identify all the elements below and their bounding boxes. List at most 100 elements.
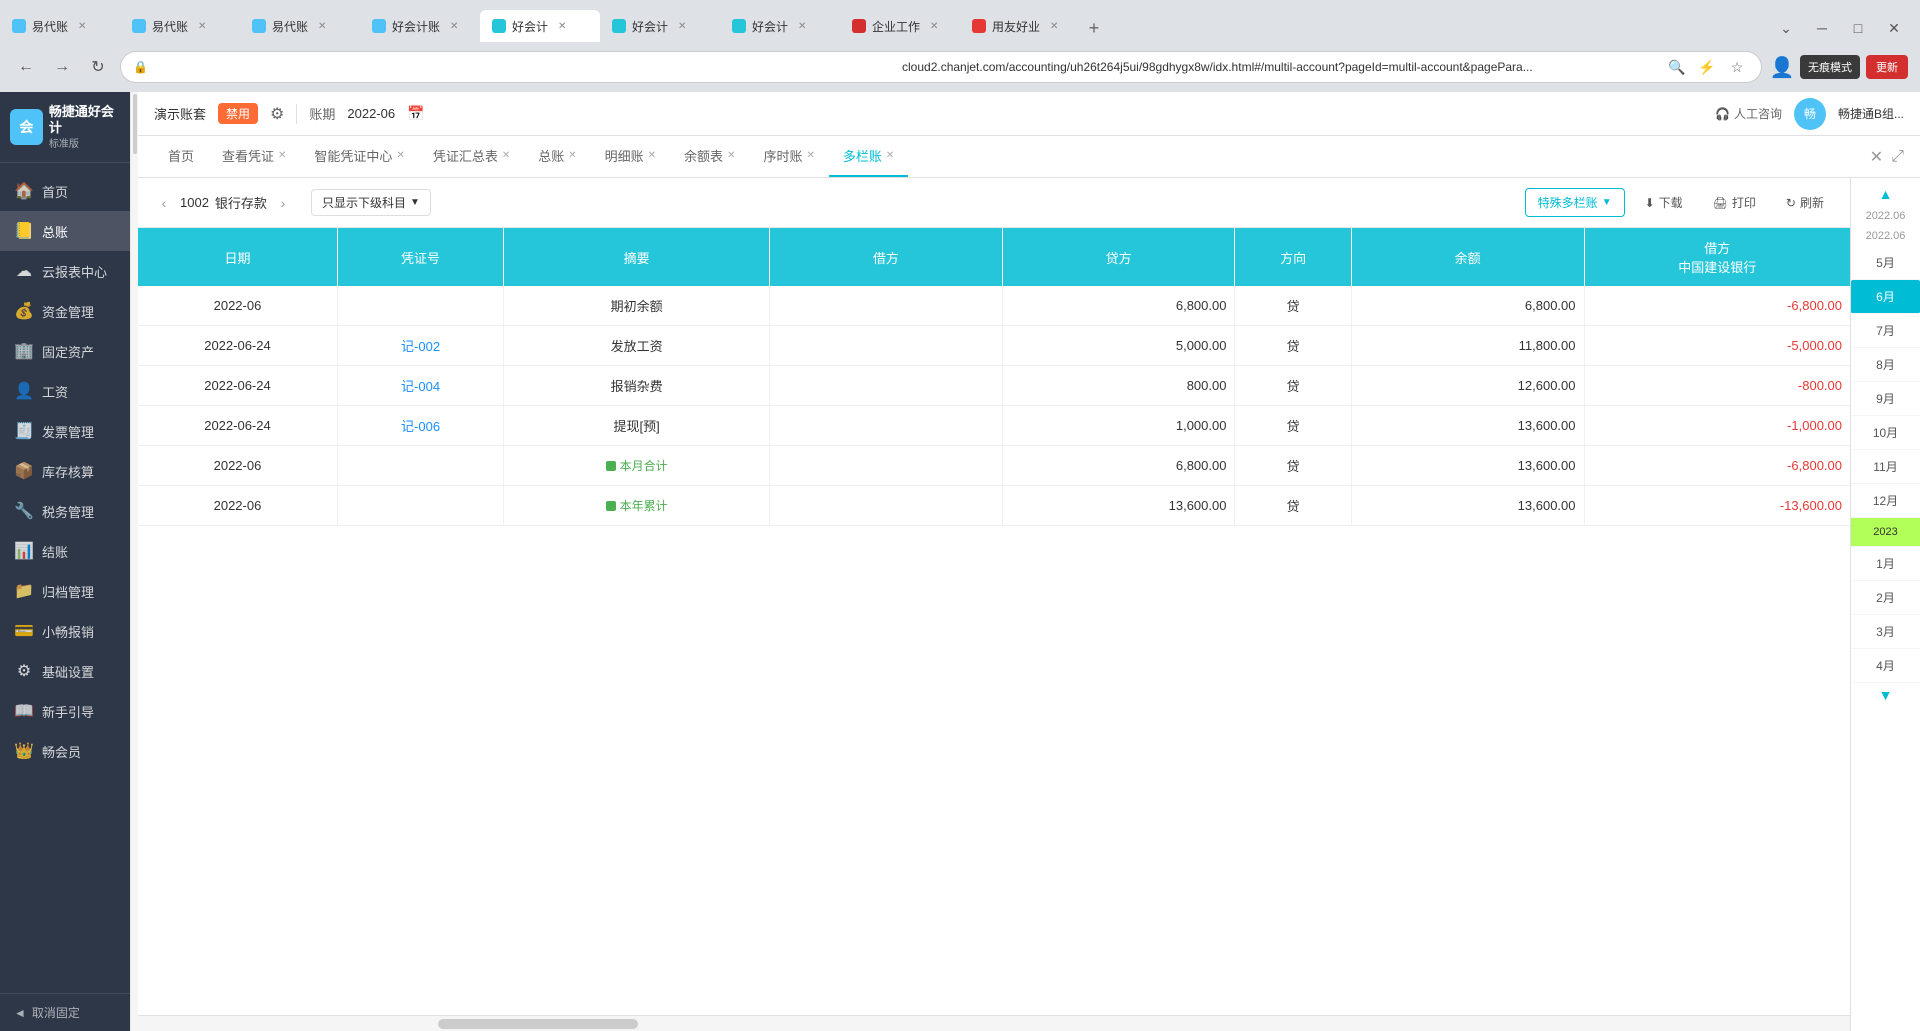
refresh-button[interactable]: ↻ 刷新: [1776, 189, 1834, 216]
sidebar-item-home[interactable]: 🏠 首页: [0, 171, 130, 211]
tab-list-button[interactable]: ⌄: [1772, 14, 1800, 42]
browser-tab-2[interactable]: 易代账 ✕: [120, 10, 240, 42]
tab-close-5[interactable]: ✕: [558, 21, 566, 32]
month-item-3-2023[interactable]: 3月: [1851, 615, 1920, 649]
user-avatar[interactable]: 畅: [1794, 98, 1826, 130]
sidebar-item-settings[interactable]: ⚙ 基础设置: [0, 651, 130, 691]
tab-smart-voucher[interactable]: 智能凭证中心 ✕: [300, 136, 418, 177]
tab-detail-ledger[interactable]: 明细账 ✕: [591, 136, 670, 177]
next-subject-button[interactable]: ›: [273, 193, 293, 213]
tab-close-4[interactable]: ✕: [450, 21, 458, 32]
sidebar-item-ledger[interactable]: 📒 总账: [0, 211, 130, 251]
month-item-6[interactable]: 6月: [1851, 280, 1920, 314]
tab-view-voucher[interactable]: 查看凭证 ✕: [208, 136, 300, 177]
window-close-button[interactable]: ✕: [1880, 14, 1908, 42]
tab-smart-voucher-close[interactable]: ✕: [396, 150, 404, 161]
filter-dropdown[interactable]: 只显示下级科目 ▼: [311, 189, 431, 216]
tab-journal-close[interactable]: ✕: [806, 150, 814, 161]
sidebar-item-cloud-report[interactable]: ☁ 云报表中心: [0, 251, 130, 291]
tab-close-3[interactable]: ✕: [318, 21, 326, 32]
month-item-10[interactable]: 10月: [1851, 416, 1920, 450]
month-item-9[interactable]: 9月: [1851, 382, 1920, 416]
browser-tab-4[interactable]: 好会计账 ✕: [360, 10, 480, 42]
browser-tab-8[interactable]: 企业工作 ✕: [840, 10, 960, 42]
sidebar-item-invoice[interactable]: 🧾 发票管理: [0, 411, 130, 451]
sidebar-item-archive[interactable]: 📁 归档管理: [0, 571, 130, 611]
download-button[interactable]: ⬇ 下载: [1635, 189, 1693, 216]
tab-close-6[interactable]: ✕: [678, 21, 686, 32]
browser-tab-6[interactable]: 好会计 ✕: [600, 10, 720, 42]
month-item-4-2023[interactable]: 4月: [1851, 649, 1920, 683]
update-button[interactable]: 更新: [1866, 55, 1908, 79]
browser-tab-5[interactable]: 好会计 ✕: [480, 10, 600, 42]
special-multi-button[interactable]: 特殊多栏账 ▼: [1525, 188, 1625, 217]
month-item-8[interactable]: 8月: [1851, 348, 1920, 382]
month-item-1-2023[interactable]: 1月: [1851, 547, 1920, 581]
browser-tab-7[interactable]: 好会计 ✕: [720, 10, 840, 42]
browser-tab-1[interactable]: 易代账 ✕: [0, 10, 120, 42]
sidebar-item-tax[interactable]: 🔧 税务管理: [0, 491, 130, 531]
browser-tab-9[interactable]: 用友好业 ✕: [960, 10, 1080, 42]
month-item-11[interactable]: 11月: [1851, 450, 1920, 484]
settings-gear-icon[interactable]: ⚙: [270, 104, 284, 124]
tab-close-8[interactable]: ✕: [930, 21, 938, 32]
month-item-5[interactable]: 5月: [1851, 246, 1920, 280]
user-name[interactable]: 畅捷通B组...: [1838, 105, 1904, 122]
minimize-button[interactable]: ─: [1808, 14, 1836, 42]
voucher-link[interactable]: 记-004: [401, 379, 440, 394]
sidebar-item-member[interactable]: 👑 畅会员: [0, 731, 130, 771]
tab-view-voucher-close[interactable]: ✕: [278, 150, 286, 161]
month-item-12[interactable]: 12月: [1851, 484, 1920, 518]
voucher-link[interactable]: 记-002: [401, 339, 440, 354]
sidebar-scrollbar[interactable]: [130, 92, 138, 1031]
month-item-2-2023[interactable]: 2月: [1851, 581, 1920, 615]
maximize-button[interactable]: □: [1844, 14, 1872, 42]
tab-multi-column[interactable]: 多栏账 ✕: [829, 136, 908, 177]
browser-tab-3[interactable]: 易代账 ✕: [240, 10, 360, 42]
tab-voucher-summary[interactable]: 凭证汇总表 ✕: [419, 136, 524, 177]
extension-icon[interactable]: ⚡: [1695, 55, 1719, 79]
sidebar-item-close-account[interactable]: 📊 结账: [0, 531, 130, 571]
tab-close-2[interactable]: ✕: [198, 21, 206, 32]
incognito-button[interactable]: 无痕模式: [1800, 55, 1860, 79]
new-tab-button[interactable]: +: [1080, 14, 1108, 42]
tab-multi-column-close[interactable]: ✕: [886, 150, 894, 161]
address-bar[interactable]: 🔒 cloud2.chanjet.com/accounting/uh26t264…: [120, 51, 1762, 83]
sidebar-item-guide[interactable]: 📖 新手引导: [0, 691, 130, 731]
tab-voucher-summary-close[interactable]: ✕: [502, 150, 510, 161]
ledger-table-container[interactable]: 日期 凭证号 摘要 借方 贷方 方向 余额 借方中国建设银行: [138, 228, 1850, 1015]
unpin-button[interactable]: ◄ 取消固定: [14, 1004, 116, 1021]
sidebar-scroll-thumb[interactable]: [133, 94, 137, 154]
profile-icon[interactable]: 👤: [1770, 55, 1794, 79]
bookmark-icon[interactable]: ☆: [1725, 55, 1749, 79]
panel-maximize-icon[interactable]: ⤢: [1891, 148, 1904, 166]
month-scroll-up-button[interactable]: ▲: [1851, 182, 1920, 206]
sidebar-item-fixed-assets[interactable]: 🏢 固定资产: [0, 331, 130, 371]
prev-subject-button[interactable]: ‹: [154, 193, 174, 213]
tab-journal[interactable]: 序时账 ✕: [749, 136, 828, 177]
tab-close-1[interactable]: ✕: [78, 21, 86, 32]
voucher-link[interactable]: 记-006: [401, 419, 440, 434]
scrollbar-thumb[interactable]: [438, 1019, 638, 1029]
consult-button[interactable]: 🎧 人工咨询: [1715, 105, 1782, 122]
tab-balance[interactable]: 余额表 ✕: [670, 136, 749, 177]
reload-button[interactable]: ↻: [84, 53, 112, 81]
sidebar-item-expense[interactable]: 💳 小畅报销: [0, 611, 130, 651]
tab-balance-close[interactable]: ✕: [727, 150, 735, 161]
tab-close-9[interactable]: ✕: [1050, 21, 1058, 32]
tab-close-7[interactable]: ✕: [798, 21, 806, 32]
print-button[interactable]: 🖨 打印: [1703, 189, 1766, 216]
back-button[interactable]: ←: [12, 53, 40, 81]
sidebar-item-inventory[interactable]: 📦 库存核算: [0, 451, 130, 491]
sidebar-item-fund[interactable]: 💰 资金管理: [0, 291, 130, 331]
tab-general-ledger-close[interactable]: ✕: [568, 150, 576, 161]
month-item-7[interactable]: 7月: [1851, 314, 1920, 348]
tab-general-ledger[interactable]: 总账 ✕: [524, 136, 590, 177]
forward-button[interactable]: →: [48, 53, 76, 81]
calendar-icon[interactable]: 📅: [407, 105, 424, 122]
panel-close-icon[interactable]: ✕: [1870, 147, 1883, 167]
sidebar-item-payroll[interactable]: 👤 工资: [0, 371, 130, 411]
search-icon[interactable]: 🔍: [1665, 55, 1689, 79]
month-scroll-down-button[interactable]: ▼: [1851, 683, 1920, 707]
tab-home[interactable]: 首页: [154, 136, 208, 177]
